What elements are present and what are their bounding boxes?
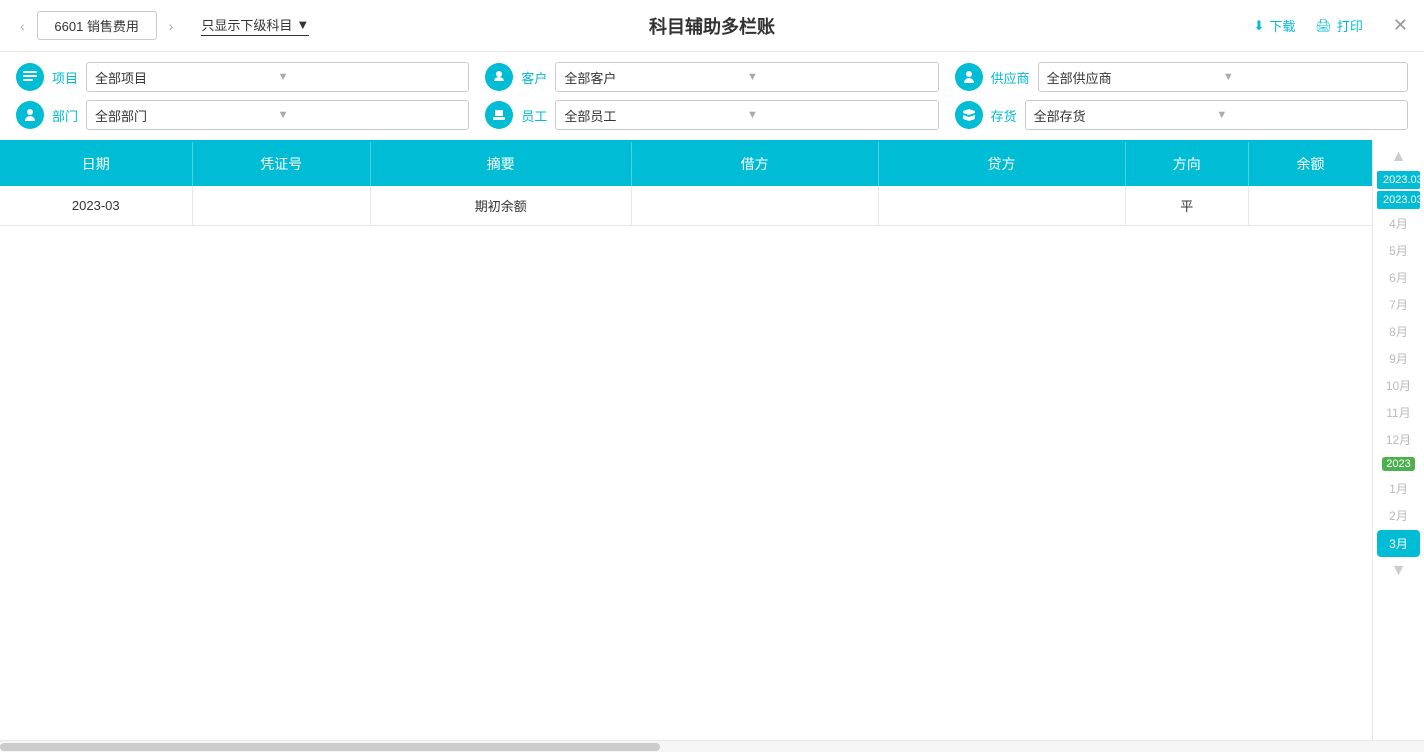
show-sub-label: 只显示下级科目 xyxy=(201,15,292,34)
col-summary: 摘要 xyxy=(370,142,631,186)
cell-summary: 期初余额 xyxy=(370,186,631,226)
month-11[interactable]: 11月 xyxy=(1373,399,1424,426)
project-select[interactable]: 全部项目 ▼ xyxy=(86,62,469,92)
inventory-select[interactable]: 全部存货 ▼ xyxy=(1025,100,1408,130)
month-4[interactable]: 4月 xyxy=(1373,210,1424,237)
horizontal-scrollbar[interactable] xyxy=(0,740,1424,752)
cell-direction: 平 xyxy=(1125,186,1248,226)
month-5[interactable]: 5月 xyxy=(1373,237,1424,264)
col-direction: 方向 xyxy=(1125,142,1248,186)
employee-select[interactable]: 全部员工 ▼ xyxy=(555,100,938,130)
month-9[interactable]: 9月 xyxy=(1373,345,1424,372)
cell-credit xyxy=(878,186,1125,226)
print-button[interactable]: 🖨 打印 xyxy=(1315,16,1363,35)
download-label: 下载 xyxy=(1269,16,1295,35)
period-2023-03-top[interactable]: 2023.03 xyxy=(1377,171,1420,189)
project-label: 项目 xyxy=(52,68,78,87)
col-date: 日期 xyxy=(0,142,192,186)
customer-value: 全部客户 xyxy=(564,68,747,87)
nav-next-arrow[interactable]: › xyxy=(165,16,178,36)
cell-date: 2023-03 xyxy=(0,186,192,226)
timeline-up-arrow[interactable]: ▲ xyxy=(1387,144,1411,170)
print-icon: 🖨 xyxy=(1315,18,1332,34)
employee-value: 全部员工 xyxy=(564,106,747,125)
project-value: 全部项目 xyxy=(95,68,278,87)
department-select[interactable]: 全部部门 ▼ xyxy=(86,100,469,130)
main-window: ‹ 6601 销售费用 › 只显示下级科目 ▼ 科目辅助多栏账 ⬇ 下载 🖨 打… xyxy=(0,0,1424,752)
employee-filter-item: 员工 全部员工 ▼ xyxy=(485,100,938,130)
inventory-icon xyxy=(955,101,983,129)
col-debit: 借方 xyxy=(631,142,878,186)
cell-voucher xyxy=(192,186,370,226)
month-2[interactable]: 2月 xyxy=(1373,502,1424,529)
department-value: 全部部门 xyxy=(95,106,278,125)
col-voucher: 凭证号 xyxy=(192,142,370,186)
account-code-box[interactable]: 6601 销售费用 xyxy=(37,11,157,40)
title-bar: ‹ 6601 销售费用 › 只显示下级科目 ▼ 科目辅助多栏账 ⬇ 下载 🖨 打… xyxy=(0,0,1424,52)
table-area[interactable]: 日期 凭证号 摘要 借方 贷方 方向 余额 2023-03 期初余额 xyxy=(0,140,1372,740)
table-header-row: 日期 凭证号 摘要 借方 贷方 方向 余额 xyxy=(0,142,1372,186)
project-icon xyxy=(16,63,44,91)
timeline-down-arrow[interactable]: ▼ xyxy=(1387,558,1411,584)
month-6[interactable]: 6月 xyxy=(1373,264,1424,291)
month-1[interactable]: 1月 xyxy=(1373,475,1424,502)
department-arrow-icon: ▼ xyxy=(278,109,461,121)
customer-select[interactable]: 全部客户 ▼ xyxy=(555,62,938,92)
account-code-label: 6601 销售费用 xyxy=(54,19,139,34)
department-icon xyxy=(16,101,44,129)
inventory-label: 存货 xyxy=(991,106,1017,125)
customer-arrow-icon: ▼ xyxy=(747,71,930,83)
download-icon: ⬇ xyxy=(1253,18,1264,34)
month-12[interactable]: 12月 xyxy=(1373,426,1424,453)
project-filter-item: 项目 全部项目 ▼ xyxy=(16,62,469,92)
supplier-value: 全部供应商 xyxy=(1047,68,1223,87)
title-right: ⬇ 下载 🖨 打印 ✕ xyxy=(1253,15,1408,36)
col-balance: 余额 xyxy=(1248,142,1372,186)
month-10[interactable]: 10月 xyxy=(1373,372,1424,399)
supplier-label: 供应商 xyxy=(991,68,1030,87)
download-button[interactable]: ⬇ 下载 xyxy=(1253,16,1295,35)
main-content: 日期 凭证号 摘要 借方 贷方 方向 余额 2023-03 期初余额 xyxy=(0,140,1424,740)
filter-area: 项目 全部项目 ▼ 客户 全部客户 ▼ xyxy=(0,52,1424,140)
inventory-value: 全部存货 xyxy=(1034,106,1217,125)
employee-arrow-icon: ▼ xyxy=(747,109,930,121)
page-title: 科目辅助多栏账 xyxy=(649,13,775,39)
period-2023-03[interactable]: 2023.03 xyxy=(1377,191,1420,209)
nav-prev-arrow[interactable]: ‹ xyxy=(16,16,29,36)
department-label: 部门 xyxy=(52,106,78,125)
col-credit: 贷方 xyxy=(878,142,1125,186)
title-left: ‹ 6601 销售费用 › 只显示下级科目 ▼ xyxy=(16,11,309,40)
print-label: 打印 xyxy=(1337,16,1363,35)
scrollbar-thumb[interactable] xyxy=(0,743,660,751)
month-8[interactable]: 8月 xyxy=(1373,318,1424,345)
employee-label: 员工 xyxy=(521,106,547,125)
supplier-filter-item: 供应商 全部供应商 ▼ xyxy=(955,62,1408,92)
project-arrow-icon: ▼ xyxy=(278,71,461,83)
employee-icon xyxy=(485,101,513,129)
cell-balance xyxy=(1248,186,1372,226)
supplier-select[interactable]: 全部供应商 ▼ xyxy=(1038,62,1408,92)
customer-filter-item: 客户 全部客户 ▼ xyxy=(485,62,938,92)
customer-label: 客户 xyxy=(521,68,547,87)
show-sub-arrow-icon: ▼ xyxy=(296,17,309,32)
cell-debit xyxy=(631,186,878,226)
inventory-arrow-icon: ▼ xyxy=(1216,109,1399,121)
customer-icon xyxy=(485,63,513,91)
data-table: 日期 凭证号 摘要 借方 贷方 方向 余额 2023-03 期初余额 xyxy=(0,142,1372,226)
month-3-active[interactable]: 3月 xyxy=(1377,530,1420,557)
close-button[interactable]: ✕ xyxy=(1393,15,1408,36)
table-row: 2023-03 期初余额 平 xyxy=(0,186,1372,226)
year-2023-badge: 2023 xyxy=(1382,457,1414,471)
month-7[interactable]: 7月 xyxy=(1373,291,1424,318)
supplier-icon xyxy=(955,63,983,91)
department-filter-item: 部门 全部部门 ▼ xyxy=(16,100,469,130)
timeline-panel: ▲ 2023.03 2023.03 4月 5月 6月 7月 8月 9月 10月 … xyxy=(1372,140,1424,740)
supplier-arrow-icon: ▼ xyxy=(1223,71,1399,83)
inventory-filter-item: 存货 全部存货 ▼ xyxy=(955,100,1408,130)
show-sub-button[interactable]: 只显示下级科目 ▼ xyxy=(201,15,309,36)
